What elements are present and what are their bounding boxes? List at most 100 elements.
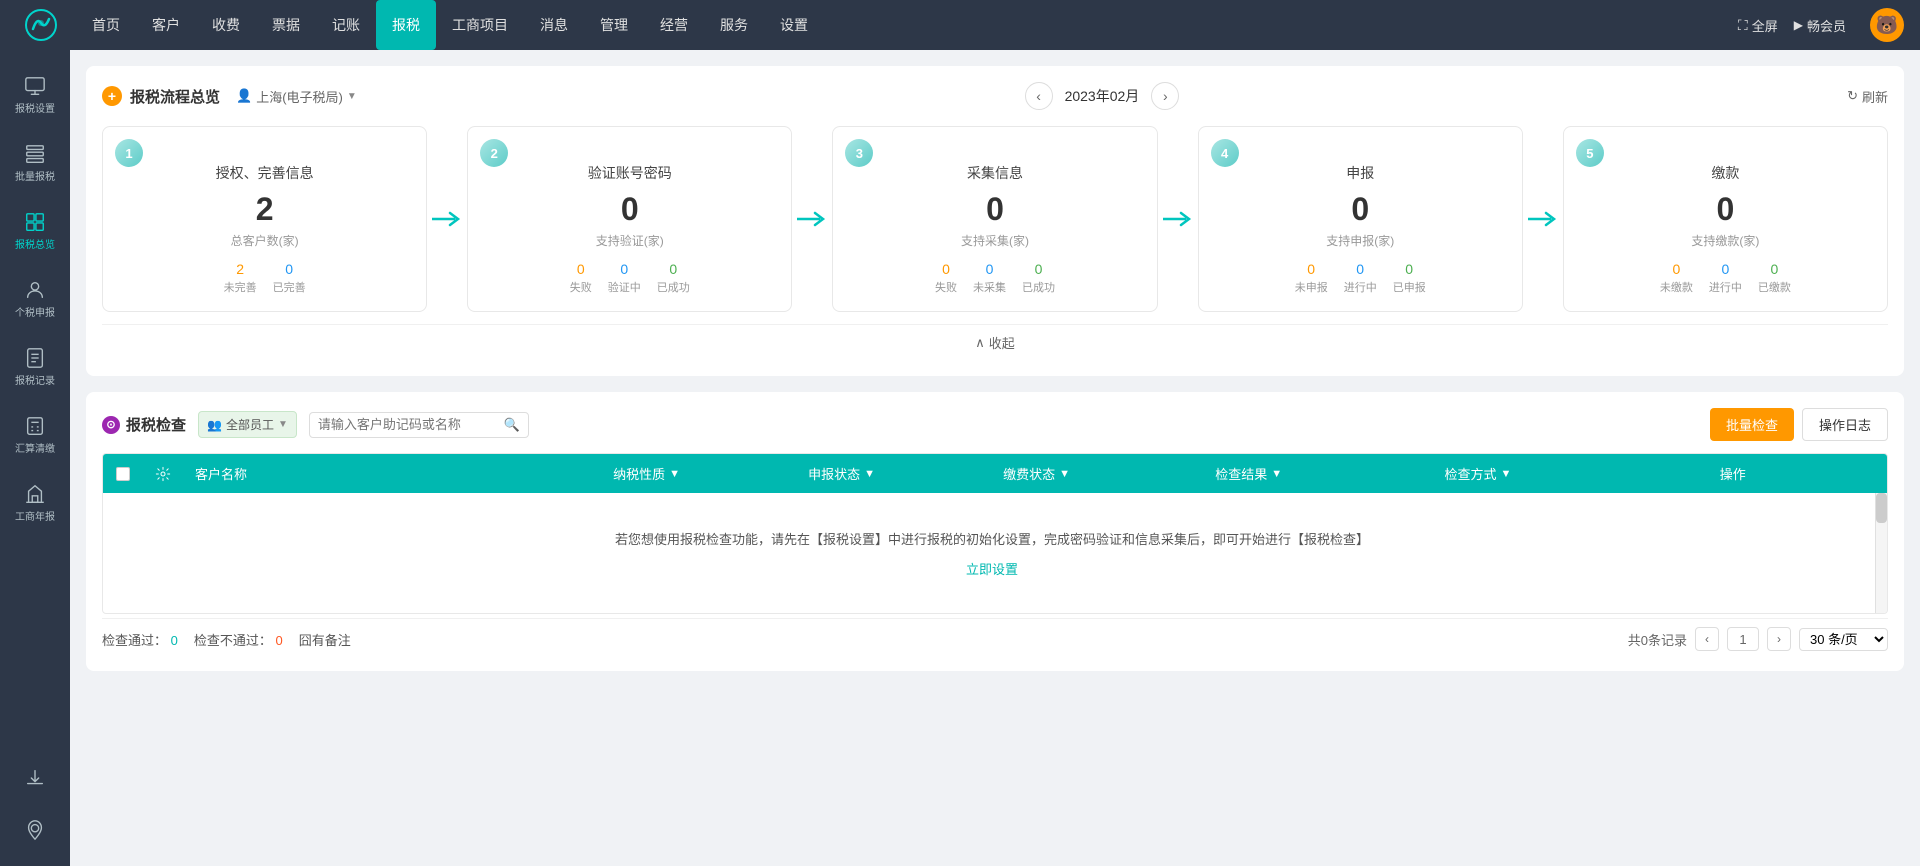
current-page: 1 [1727, 627, 1759, 651]
search-icon[interactable]: 🔍 [504, 417, 520, 433]
setup-link[interactable]: 立即设置 [966, 559, 1018, 578]
table-scrollbar[interactable] [1875, 493, 1887, 613]
th-gear[interactable] [143, 454, 183, 493]
nav-invoice[interactable]: 票据 [256, 0, 316, 50]
th-fee-status[interactable]: 缴费状态 ▼ [939, 454, 1134, 493]
step-5-lbl-2: 已缴款 [1758, 279, 1791, 295]
sidebar-bottom [0, 752, 70, 866]
sidebar-item-batch-tax[interactable]: 批量报税 [0, 128, 70, 196]
last-page-btn[interactable]: › [1767, 627, 1791, 651]
step-4-lbl-0: 未申报 [1295, 279, 1328, 295]
th-check-result[interactable]: 检查结果 ▼ [1134, 454, 1363, 493]
th-declare-status[interactable]: 申报状态 ▼ [744, 454, 939, 493]
check-title-text: 报税检查 [126, 414, 186, 435]
fullscreen-label: 全屏 [1752, 16, 1778, 35]
footer-right: 共0条记录 ‹ 1 › 30 条/页 50 条/页 100 条/页 [1628, 627, 1888, 651]
location-person-icon: 👤 [236, 88, 252, 104]
filter-chevron-icon: ▼ [278, 419, 288, 430]
nav-manage[interactable]: 管理 [584, 0, 644, 50]
step-5-lbl-1: 进行中 [1709, 279, 1742, 295]
search-box[interactable]: 🔍 [309, 412, 529, 438]
nav-business[interactable]: 工商项目 [436, 0, 524, 50]
nav-accounting[interactable]: 记账 [316, 0, 376, 50]
step-2-stats: 0 失败 0 验证中 0 已成功 [484, 261, 775, 295]
vip-btn[interactable]: ▶ 畅会员 [1794, 16, 1846, 35]
step-3-count: 0 [849, 191, 1140, 228]
nav-customer[interactable]: 客户 [136, 0, 196, 50]
step-4-stat-2: 0 已申报 [1393, 261, 1426, 295]
check-table: 客户名称 纳税性质 ▼ 申报状态 ▼ 缴费状态 ▼ 检查结果 [102, 453, 1888, 614]
filter-icon-4: ▼ [1271, 468, 1282, 480]
arrow-3 [1158, 126, 1198, 312]
nav-fees[interactable]: 收费 [196, 0, 256, 50]
sidebar-item-personal-tax[interactable]: 个税申报 [0, 264, 70, 332]
nav-home[interactable]: 首页 [76, 0, 136, 50]
sidebar-item-annual-report[interactable]: 工商年报 [0, 468, 70, 536]
table-body-empty: 若您想使用报税检查功能，请先在【报税设置】中进行报税的初始化设置，完成密码验证和… [103, 493, 1887, 613]
batch-check-button[interactable]: 批量检查 [1710, 408, 1794, 441]
check-title: ⊙ 报税检查 [102, 414, 186, 435]
search-input[interactable] [318, 417, 498, 432]
collapse-button[interactable]: ∧ 收起 [102, 324, 1888, 360]
per-page-select[interactable]: 30 条/页 50 条/页 100 条/页 [1799, 628, 1888, 651]
nav-settings[interactable]: 设置 [764, 0, 824, 50]
refresh-button[interactable]: ↻ 刷新 [1847, 87, 1888, 106]
operation-log-button[interactable]: 操作日志 [1802, 408, 1888, 441]
nav-operation[interactable]: 经营 [644, 0, 704, 50]
step-2-subtitle: 支持验证(家) [484, 232, 775, 249]
table-scroll-area: 若您想使用报税检查功能，请先在【报税设置】中进行报税的初始化设置，完成密码验证和… [103, 493, 1887, 613]
step-1-card: 1 授权、完善信息 2 总客户数(家) 2 未完善 0 已完善 [102, 126, 427, 312]
nav-message[interactable]: 消息 [524, 0, 584, 50]
fail-count[interactable]: 0 [276, 633, 283, 648]
step-4-title: 申报 [1215, 163, 1506, 183]
staff-filter[interactable]: 👥 全部员工 ▼ [198, 411, 297, 438]
nav-items: 首页 客户 收费 票据 记账 报税 工商项目 消息 管理 经营 服务 设置 [76, 0, 1738, 50]
step-3-stats: 0 失败 0 未采集 0 已成功 [849, 261, 1140, 295]
pass-text: 检查通过： [102, 633, 167, 648]
th-checkbox[interactable] [103, 454, 143, 493]
sidebar-item-overview[interactable]: 报税总览 [0, 196, 70, 264]
filter-icon-3: ▼ [1059, 468, 1070, 480]
overview-icon [21, 208, 49, 236]
step-3-stat-1: 0 未采集 [973, 261, 1006, 295]
th-check-method[interactable]: 检查方式 ▼ [1363, 454, 1592, 493]
step-5-val-0: 0 [1660, 261, 1693, 277]
step-1-title: 授权、完善信息 [119, 163, 410, 183]
sidebar-item-tax-settings[interactable]: 报税设置 [0, 60, 70, 128]
sidebar-label-personal-tax: 个税申报 [15, 308, 55, 320]
pass-count[interactable]: 0 [171, 633, 178, 648]
nav-tax[interactable]: 报税 [376, 0, 436, 50]
sidebar-item-download[interactable] [0, 752, 70, 804]
sidebar-item-records[interactable]: 报税记录 [0, 332, 70, 400]
step-4-val-2: 0 [1393, 261, 1426, 277]
th-tax-type[interactable]: 纳税性质 ▼ [549, 454, 744, 493]
step-3-title: 采集信息 [849, 163, 1140, 183]
th-declare-label: 申报状态 [808, 464, 860, 483]
fullscreen-btn[interactable]: ⛶ 全屏 [1738, 16, 1778, 35]
step-1-count: 2 [119, 191, 410, 228]
header-checkbox[interactable] [116, 467, 130, 481]
first-page-btn[interactable]: ‹ [1695, 627, 1719, 651]
step-4-val-0: 0 [1295, 261, 1328, 277]
prev-month-btn[interactable]: ‹ [1025, 82, 1053, 110]
check-actions: 批量检查 操作日志 [1710, 408, 1888, 441]
scrollbar-thumb[interactable] [1876, 493, 1887, 523]
step-3-stat-2: 0 已成功 [1022, 261, 1055, 295]
step-3-subtitle: 支持采集(家) [849, 232, 1140, 249]
sidebar-item-calc[interactable]: 汇算清缴 [0, 400, 70, 468]
nav-service[interactable]: 服务 [704, 0, 764, 50]
step-4-val-1: 0 [1344, 261, 1377, 277]
plus-icon: + [102, 86, 122, 106]
next-month-btn[interactable]: › [1151, 82, 1179, 110]
step-2-card: 2 验证账号密码 0 支持验证(家) 0 失败 0 验证中 [467, 126, 792, 312]
refresh-label: 刷新 [1862, 87, 1888, 106]
user-avatar[interactable]: 🐻 [1870, 8, 1904, 42]
location-selector[interactable]: 👤 上海(电子税局) ▼ [236, 87, 357, 106]
calc-icon [21, 412, 49, 440]
business-icon [21, 480, 49, 508]
sidebar-item-location[interactable] [0, 804, 70, 856]
location-text: 上海(电子税局) [256, 87, 343, 106]
step-4-lbl-1: 进行中 [1344, 279, 1377, 295]
step-2-stat-1: 0 验证中 [608, 261, 641, 295]
step-2-val-0: 0 [570, 261, 592, 277]
